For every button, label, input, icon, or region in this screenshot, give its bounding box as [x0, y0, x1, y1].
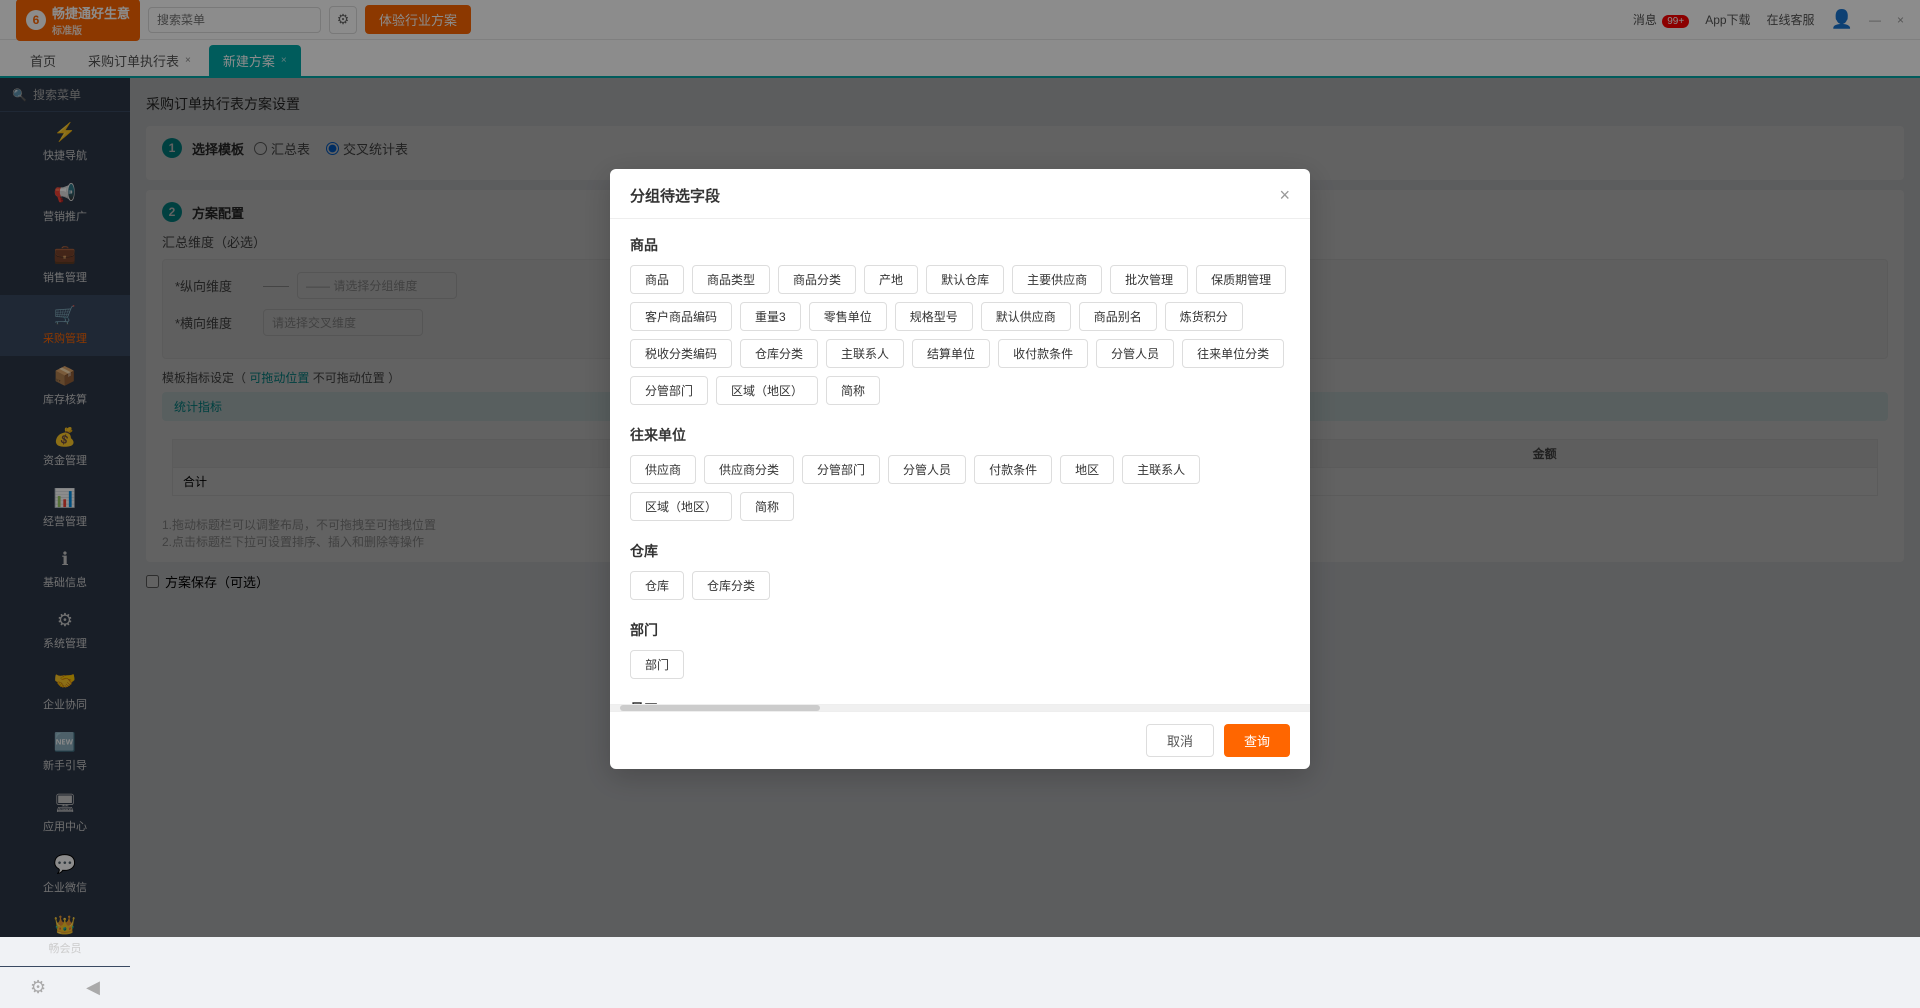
tag-goods-24[interactable]: 简称: [826, 376, 880, 405]
tag-goods-1[interactable]: 商品类型: [692, 265, 770, 294]
section-department: 部门 部门: [630, 620, 1290, 679]
modal-overlay: 分组待选字段 × 商品 商品 商品类型 商品分类 产地 默认仓库 主要供应商 批…: [0, 0, 1920, 937]
tag-partner-1[interactable]: 供应商分类: [704, 455, 794, 484]
tag-goods-4[interactable]: 默认仓库: [926, 265, 1004, 294]
section-partner-title: 往来单位: [630, 425, 1290, 445]
tag-goods-16[interactable]: 仓库分类: [740, 339, 818, 368]
tag-partner-2[interactable]: 分管部门: [802, 455, 880, 484]
modal-hscrollbar[interactable]: [610, 704, 1310, 711]
tag-partner-4[interactable]: 付款条件: [974, 455, 1052, 484]
modal-confirm-btn[interactable]: 查询: [1224, 724, 1290, 757]
section-partner-tags: 供应商 供应商分类 分管部门 分管人员 付款条件 地区 主联系人 区域（地区） …: [630, 455, 1290, 521]
section-department-title: 部门: [630, 620, 1290, 640]
tag-goods-21[interactable]: 往来单位分类: [1182, 339, 1284, 368]
tag-goods-0[interactable]: 商品: [630, 265, 684, 294]
tag-goods-18[interactable]: 结算单位: [912, 339, 990, 368]
tag-goods-15[interactable]: 税收分类编码: [630, 339, 732, 368]
field-select-modal: 分组待选字段 × 商品 商品 商品类型 商品分类 产地 默认仓库 主要供应商 批…: [610, 169, 1310, 769]
tag-goods-12[interactable]: 默认供应商: [981, 302, 1071, 331]
tag-goods-22[interactable]: 分管部门: [630, 376, 708, 405]
tag-goods-9[interactable]: 重量3: [740, 302, 801, 331]
tag-goods-7[interactable]: 保质期管理: [1196, 265, 1286, 294]
section-warehouse: 仓库 仓库 仓库分类: [630, 541, 1290, 600]
modal-footer: 取消 查询: [610, 711, 1310, 769]
modal-close-btn[interactable]: ×: [1279, 185, 1290, 206]
tag-partner-7[interactable]: 区域（地区）: [630, 492, 732, 521]
tag-goods-17[interactable]: 主联系人: [826, 339, 904, 368]
tag-warehouse-1[interactable]: 仓库分类: [692, 571, 770, 600]
tag-goods-23[interactable]: 区域（地区）: [716, 376, 818, 405]
tag-goods-11[interactable]: 规格型号: [895, 302, 973, 331]
section-department-tags: 部门: [630, 650, 1290, 679]
sidebar-collapse-btn[interactable]: ◀: [86, 977, 100, 998]
tag-partner-3[interactable]: 分管人员: [888, 455, 966, 484]
modal-body: 商品 商品 商品类型 商品分类 产地 默认仓库 主要供应商 批次管理 保质期管理…: [610, 219, 1310, 704]
section-warehouse-title: 仓库: [630, 541, 1290, 561]
tag-goods-5[interactable]: 主要供应商: [1012, 265, 1102, 294]
tag-goods-20[interactable]: 分管人员: [1096, 339, 1174, 368]
section-partner: 往来单位 供应商 供应商分类 分管部门 分管人员 付款条件 地区 主联系人 区域…: [630, 425, 1290, 521]
tag-warehouse-0[interactable]: 仓库: [630, 571, 684, 600]
tag-partner-5[interactable]: 地区: [1060, 455, 1114, 484]
section-goods-tags: 商品 商品类型 商品分类 产地 默认仓库 主要供应商 批次管理 保质期管理 客户…: [630, 265, 1290, 405]
tag-goods-8[interactable]: 客户商品编码: [630, 302, 732, 331]
section-warehouse-tags: 仓库 仓库分类: [630, 571, 1290, 600]
tag-goods-13[interactable]: 商品别名: [1079, 302, 1157, 331]
tag-goods-3[interactable]: 产地: [864, 265, 918, 294]
tag-partner-8[interactable]: 简称: [740, 492, 794, 521]
section-goods-title: 商品: [630, 235, 1290, 255]
modal-cancel-btn[interactable]: 取消: [1146, 724, 1214, 757]
sidebar-settings-btn[interactable]: ⚙: [30, 977, 46, 998]
modal-title: 分组待选字段: [630, 185, 720, 206]
tag-partner-6[interactable]: 主联系人: [1122, 455, 1200, 484]
sidebar-bottom: ⚙ ◀: [0, 966, 130, 1008]
tag-goods-19[interactable]: 收付款条件: [998, 339, 1088, 368]
section-goods: 商品 商品 商品类型 商品分类 产地 默认仓库 主要供应商 批次管理 保质期管理…: [630, 235, 1290, 405]
tag-partner-0[interactable]: 供应商: [630, 455, 696, 484]
tag-goods-2[interactable]: 商品分类: [778, 265, 856, 294]
tag-goods-6[interactable]: 批次管理: [1110, 265, 1188, 294]
tag-goods-14[interactable]: 炼货积分: [1165, 302, 1243, 331]
modal-header: 分组待选字段 ×: [610, 169, 1310, 219]
tag-dept-0[interactable]: 部门: [630, 650, 684, 679]
tag-goods-10[interactable]: 零售单位: [809, 302, 887, 331]
